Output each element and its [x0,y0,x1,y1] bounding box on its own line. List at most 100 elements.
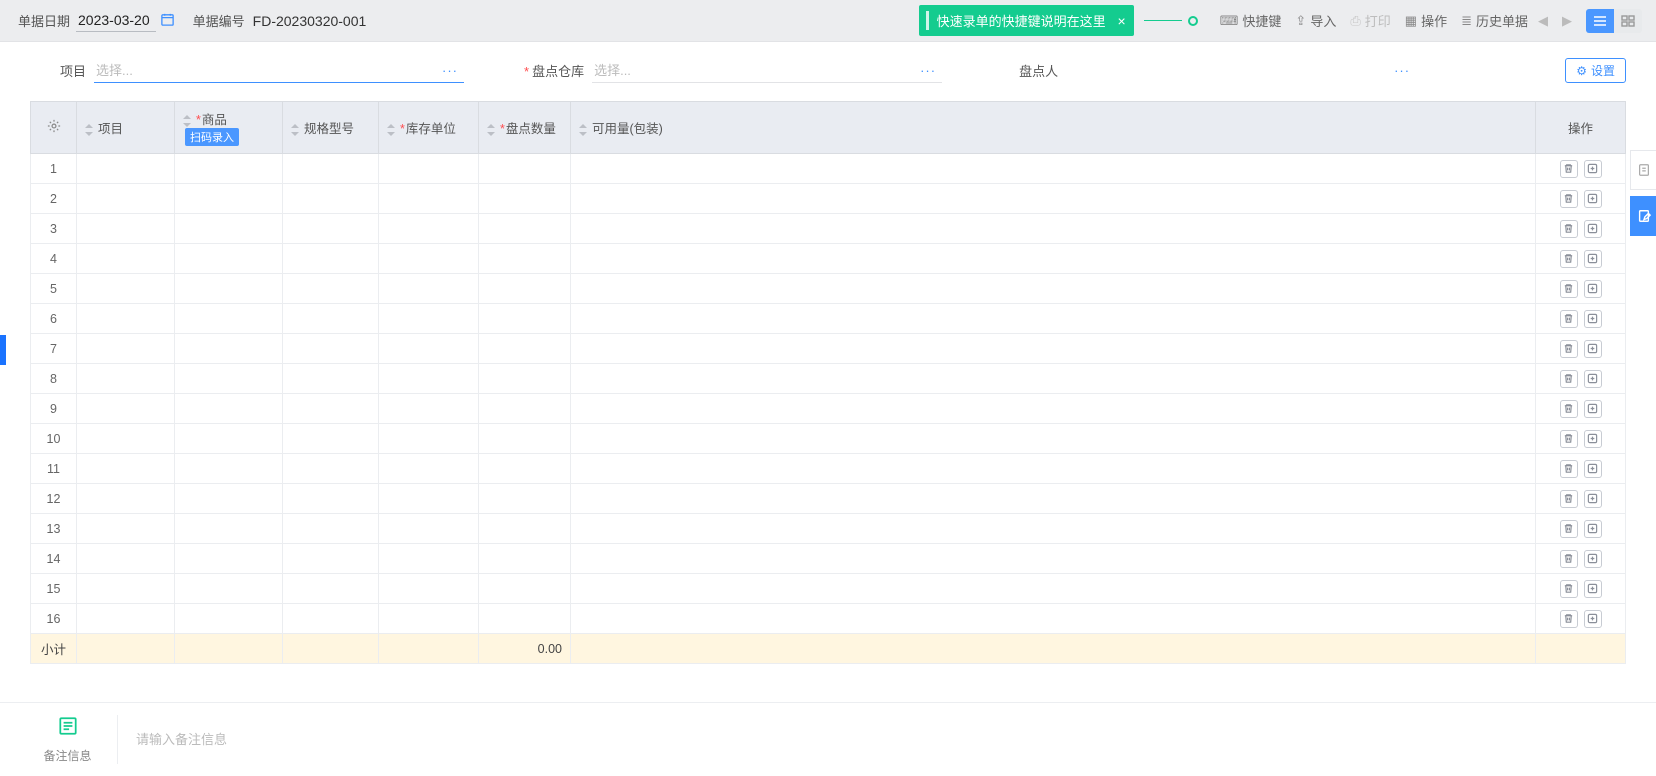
cell-spec[interactable] [283,334,379,364]
table-row[interactable]: 16 [31,604,1626,634]
cell-qty[interactable] [479,214,571,244]
cell-avail[interactable] [571,394,1536,424]
warehouse-input[interactable] [592,59,914,82]
cell-product[interactable] [175,604,283,634]
cell-avail[interactable] [571,244,1536,274]
right-tab-note[interactable] [1630,196,1656,236]
cell-qty[interactable] [479,184,571,214]
cell-unit[interactable] [379,574,479,604]
cell-project[interactable] [77,514,175,544]
cell-unit[interactable] [379,604,479,634]
delete-row-icon[interactable] [1560,430,1578,448]
operate-button[interactable]: ▦ 操作 [1405,11,1447,30]
add-row-icon[interactable] [1584,190,1602,208]
col-product[interactable]: *商品扫码录入 [175,102,283,154]
table-row[interactable]: 8 [31,364,1626,394]
close-icon[interactable]: × [1117,13,1125,29]
cell-product[interactable] [175,154,283,184]
add-row-icon[interactable] [1584,520,1602,538]
print-button[interactable]: ⎙ 打印 [1350,11,1390,30]
add-row-icon[interactable] [1584,220,1602,238]
table-row[interactable]: 2 [31,184,1626,214]
cell-unit[interactable] [379,274,479,304]
cell-project[interactable] [77,274,175,304]
cell-avail[interactable] [571,304,1536,334]
table-row[interactable]: 9 [31,394,1626,424]
cell-qty[interactable] [479,544,571,574]
col-project[interactable]: 项目 [77,102,175,154]
cell-spec[interactable] [283,184,379,214]
cell-qty[interactable] [479,604,571,634]
cell-spec[interactable] [283,274,379,304]
table-row[interactable]: 11 [31,454,1626,484]
add-row-icon[interactable] [1584,160,1602,178]
cell-product[interactable] [175,394,283,424]
table-row[interactable]: 4 [31,244,1626,274]
col-unit[interactable]: *库存单位 [379,102,479,154]
cell-spec[interactable] [283,154,379,184]
delete-row-icon[interactable] [1560,220,1578,238]
settings-button[interactable]: ⚙ 设置 [1565,58,1626,83]
table-row[interactable]: 15 [31,574,1626,604]
person-more-icon[interactable]: ··· [1388,63,1416,78]
cell-unit[interactable] [379,454,479,484]
cell-project[interactable] [77,154,175,184]
cell-product[interactable] [175,454,283,484]
cell-product[interactable] [175,424,283,454]
cell-avail[interactable] [571,364,1536,394]
cell-project[interactable] [77,394,175,424]
calendar-icon[interactable] [160,12,175,30]
table-row[interactable]: 1 [31,154,1626,184]
delete-row-icon[interactable] [1560,190,1578,208]
prev-doc-arrow[interactable]: ◀ [1534,13,1552,29]
cell-unit[interactable] [379,364,479,394]
remarks-input[interactable] [136,732,1626,747]
add-row-icon[interactable] [1584,280,1602,298]
delete-row-icon[interactable] [1560,460,1578,478]
cell-avail[interactable] [571,544,1536,574]
col-spec[interactable]: 规格型号 [283,102,379,154]
table-row[interactable]: 3 [31,214,1626,244]
cell-unit[interactable] [379,154,479,184]
cell-qty[interactable] [479,304,571,334]
cell-spec[interactable] [283,394,379,424]
cell-qty[interactable] [479,394,571,424]
delete-row-icon[interactable] [1560,580,1578,598]
cell-project[interactable] [77,364,175,394]
add-row-icon[interactable] [1584,430,1602,448]
cell-qty[interactable] [479,574,571,604]
cell-qty[interactable] [479,334,571,364]
cell-qty[interactable] [479,244,571,274]
cell-avail[interactable] [571,154,1536,184]
project-input[interactable] [94,59,436,82]
table-row[interactable]: 10 [31,424,1626,454]
cell-spec[interactable] [283,304,379,334]
cell-project[interactable] [77,484,175,514]
table-row[interactable]: 7 [31,334,1626,364]
cell-product[interactable] [175,214,283,244]
delete-row-icon[interactable] [1560,370,1578,388]
scan-input-tag[interactable]: 扫码录入 [185,128,239,146]
cell-qty[interactable] [479,154,571,184]
cell-avail[interactable] [571,424,1536,454]
delete-row-icon[interactable] [1560,310,1578,328]
add-row-icon[interactable] [1584,610,1602,628]
warehouse-more-icon[interactable]: ··· [914,63,942,78]
col-avail[interactable]: 可用量(包装) [571,102,1536,154]
cell-product[interactable] [175,244,283,274]
cell-spec[interactable] [283,574,379,604]
cell-product[interactable] [175,574,283,604]
delete-row-icon[interactable] [1560,160,1578,178]
person-input[interactable] [1066,59,1388,82]
cell-spec[interactable] [283,604,379,634]
table-row[interactable]: 12 [31,484,1626,514]
add-row-icon[interactable] [1584,400,1602,418]
delete-row-icon[interactable] [1560,280,1578,298]
cell-spec[interactable] [283,514,379,544]
cell-project[interactable] [77,574,175,604]
delete-row-icon[interactable] [1560,250,1578,268]
add-row-icon[interactable] [1584,250,1602,268]
import-button[interactable]: ⇪ 导入 [1295,11,1336,30]
project-more-icon[interactable]: ··· [436,63,464,78]
history-button[interactable]: ≣ 历史单据 [1461,11,1528,30]
